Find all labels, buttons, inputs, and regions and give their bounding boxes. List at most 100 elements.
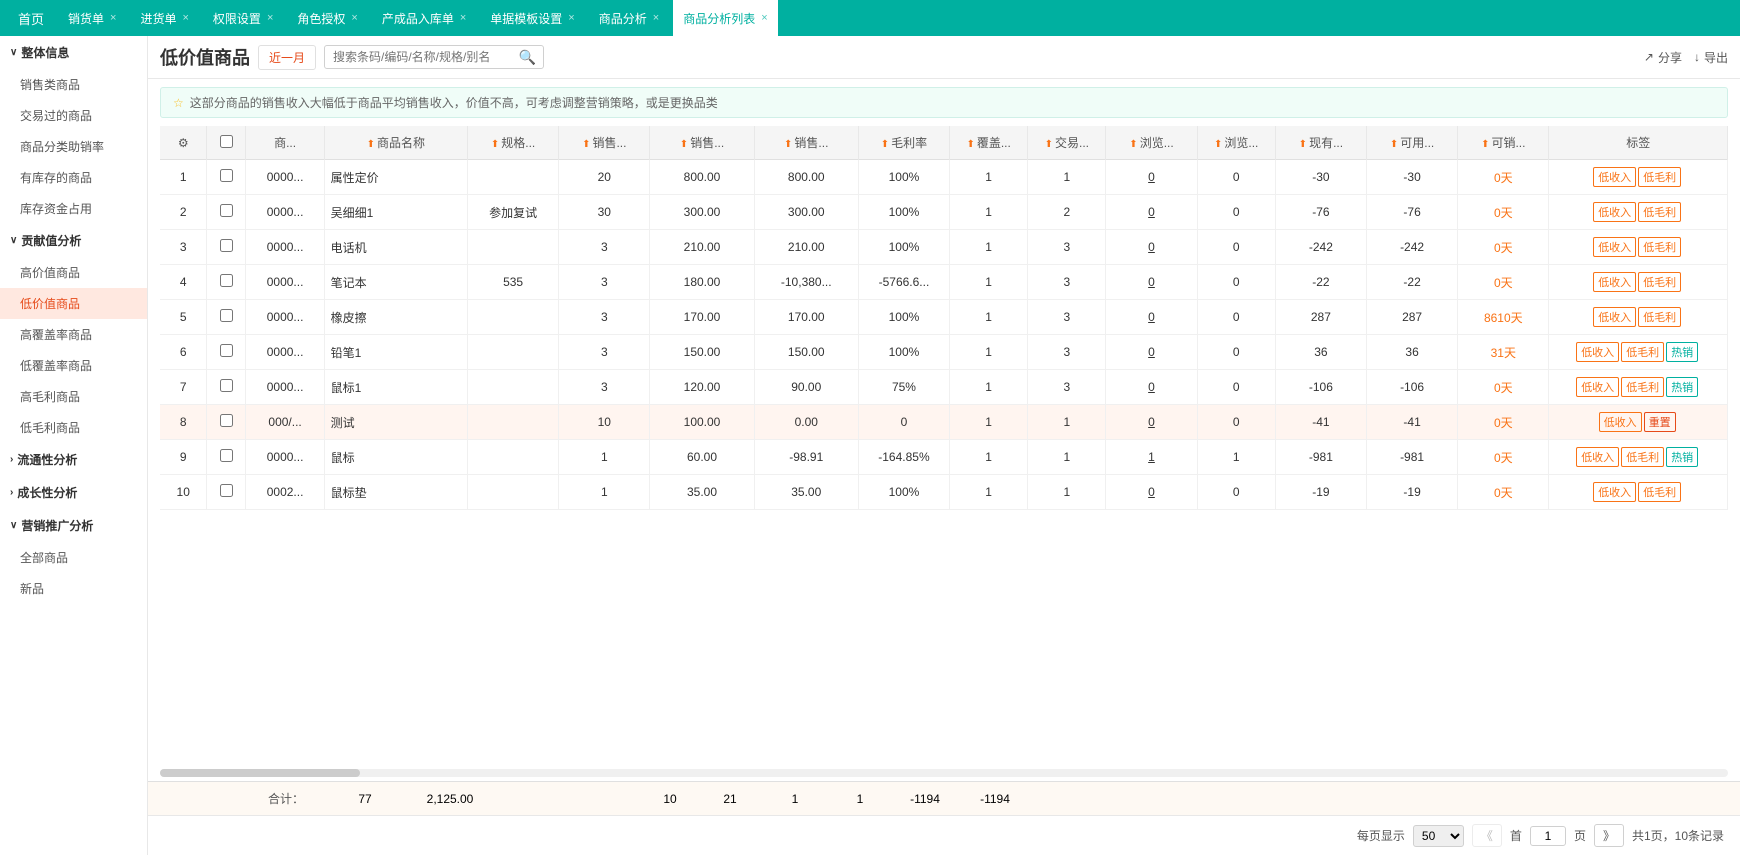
nav-product-storage[interactable]: 产成品入库单×	[372, 0, 476, 36]
horizontal-scrollbar-thumb[interactable]	[160, 769, 360, 777]
row-views1[interactable]: 0	[1106, 265, 1197, 300]
col-name[interactable]: ⬆商品名称	[324, 126, 467, 160]
close-product-analysis[interactable]: ×	[653, 12, 659, 24]
close-product-storage[interactable]: ×	[460, 12, 466, 24]
sidebar-group-marketing[interactable]: ∨ 营销推广分析	[0, 509, 147, 542]
col-transactions[interactable]: ⬆交易...	[1028, 126, 1106, 160]
export-button[interactable]: ↓ 导出	[1694, 49, 1728, 66]
horizontal-scrollbar-track[interactable]	[160, 769, 1728, 777]
col-available-stock[interactable]: ⬆可用...	[1366, 126, 1457, 160]
share-button[interactable]: ↗ 分享	[1644, 49, 1682, 66]
sidebar-item-low-value[interactable]: 低价值商品	[0, 288, 147, 319]
sidebar-item-high-coverage[interactable]: 高覆盖率商品	[0, 319, 147, 350]
row-product-name[interactable]: 笔记本	[324, 265, 467, 300]
sidebar-item-new-products[interactable]: 新品	[0, 573, 147, 604]
row-views1[interactable]: 0	[1106, 300, 1197, 335]
views-link[interactable]: 0	[1148, 415, 1155, 429]
row-select-checkbox[interactable]	[220, 169, 233, 182]
row-product-name[interactable]: 吴细细1	[324, 195, 467, 230]
row-select-checkbox[interactable]	[220, 344, 233, 357]
nav-purchase-order[interactable]: 进货单×	[130, 0, 198, 36]
views-link[interactable]: 0	[1148, 310, 1155, 324]
sidebar-item-all-products[interactable]: 全部商品	[0, 542, 147, 573]
row-checkbox[interactable]	[207, 265, 246, 300]
next-page-button[interactable]: 》	[1594, 824, 1624, 847]
row-product-name[interactable]: 鼠标垫	[324, 475, 467, 510]
row-product-name[interactable]: 橡皮擦	[324, 300, 467, 335]
row-select-checkbox[interactable]	[220, 274, 233, 287]
sidebar-item-high-margin[interactable]: 高毛利商品	[0, 381, 147, 412]
row-select-checkbox[interactable]	[220, 204, 233, 217]
col-spec[interactable]: ⬆规格...	[467, 126, 558, 160]
row-product-name[interactable]: 铅笔1	[324, 335, 467, 370]
row-views1[interactable]: 0	[1106, 370, 1197, 405]
sidebar-item-sales-products[interactable]: 销售类商品	[0, 69, 147, 100]
page-number-input[interactable]	[1530, 826, 1566, 846]
sidebar-group-contribution[interactable]: ∨ 贡献值分析	[0, 224, 147, 257]
row-views1[interactable]: 1	[1106, 440, 1197, 475]
row-views1[interactable]: 0	[1106, 230, 1197, 265]
views-link[interactable]: 1	[1148, 450, 1155, 464]
col-sales1[interactable]: ⬆销售...	[559, 126, 650, 160]
nav-home[interactable]: 首页	[8, 0, 54, 36]
col-sellable-stock[interactable]: ⬆可销...	[1458, 126, 1549, 160]
filter-recent-month-button[interactable]: 近一月	[258, 45, 316, 70]
close-role-auth[interactable]: ×	[351, 12, 357, 24]
row-product-name[interactable]: 电话机	[324, 230, 467, 265]
nav-template-settings[interactable]: 单据模板设置×	[480, 0, 584, 36]
row-product-name[interactable]: 鼠标1	[324, 370, 467, 405]
col-views1[interactable]: ⬆浏览...	[1106, 126, 1197, 160]
views-link[interactable]: 0	[1148, 485, 1155, 499]
row-select-checkbox[interactable]	[220, 309, 233, 322]
search-input[interactable]	[324, 45, 544, 69]
row-views1[interactable]: 0	[1106, 195, 1197, 230]
views-link[interactable]: 0	[1148, 380, 1155, 394]
close-product-analysis-list[interactable]: ×	[761, 12, 767, 24]
col-settings[interactable]: ⚙	[160, 126, 207, 160]
col-coverage[interactable]: ⬆覆盖...	[950, 126, 1028, 160]
row-checkbox[interactable]	[207, 230, 246, 265]
row-checkbox[interactable]	[207, 195, 246, 230]
close-purchase-order[interactable]: ×	[182, 12, 188, 24]
row-select-checkbox[interactable]	[220, 239, 233, 252]
sidebar-group-overall[interactable]: ∨ 整体信息	[0, 36, 147, 69]
sidebar-item-high-value[interactable]: 高价值商品	[0, 257, 147, 288]
col-sales2[interactable]: ⬆销售...	[650, 126, 754, 160]
col-current-stock[interactable]: ⬆现有...	[1275, 126, 1366, 160]
row-checkbox[interactable]	[207, 440, 246, 475]
nav-role-auth[interactable]: 角色授权×	[287, 0, 367, 36]
nav-product-analysis[interactable]: 商品分析×	[589, 0, 669, 36]
views-link[interactable]: 0	[1148, 275, 1155, 289]
views-link[interactable]: 0	[1148, 240, 1155, 254]
row-product-name[interactable]: 属性定价	[324, 160, 467, 195]
nav-product-analysis-list[interactable]: 商品分析列表×	[673, 0, 777, 36]
close-sales-order[interactable]: ×	[110, 12, 116, 24]
col-checkbox[interactable]	[207, 126, 246, 160]
row-checkbox[interactable]	[207, 370, 246, 405]
sidebar-item-inventory-products[interactable]: 有库存的商品	[0, 162, 147, 193]
row-select-checkbox[interactable]	[220, 484, 233, 497]
sidebar-item-low-margin[interactable]: 低毛利商品	[0, 412, 147, 443]
row-checkbox[interactable]	[207, 405, 246, 440]
sidebar-item-inventory-capital[interactable]: 库存资金占用	[0, 193, 147, 224]
row-views1[interactable]: 0	[1106, 160, 1197, 195]
sidebar-group-liquidity[interactable]: › 流通性分析	[0, 443, 147, 476]
views-link[interactable]: 0	[1148, 205, 1155, 219]
row-checkbox[interactable]	[207, 475, 246, 510]
sidebar-item-traded-products[interactable]: 交易过的商品	[0, 100, 147, 131]
row-select-checkbox[interactable]	[220, 414, 233, 427]
row-views1[interactable]: 0	[1106, 405, 1197, 440]
row-product-name[interactable]: 测试	[324, 405, 467, 440]
select-all-checkbox[interactable]	[220, 135, 233, 148]
sidebar-item-category-rate[interactable]: 商品分类助销率	[0, 131, 147, 162]
row-checkbox[interactable]	[207, 160, 246, 195]
views-link[interactable]: 0	[1148, 170, 1155, 184]
table-container[interactable]: ⚙ 商... ⬆商品名称 ⬆规格... ⬆销售... ⬆销售... ⬆销售...…	[148, 126, 1740, 765]
row-select-checkbox[interactable]	[220, 449, 233, 462]
search-icon[interactable]: 🔍	[519, 49, 536, 66]
row-product-name[interactable]: 鼠标	[324, 440, 467, 475]
per-page-select[interactable]: 50 100	[1413, 825, 1464, 847]
row-views1[interactable]: 0	[1106, 475, 1197, 510]
sidebar-item-low-coverage[interactable]: 低覆盖率商品	[0, 350, 147, 381]
row-checkbox[interactable]	[207, 300, 246, 335]
